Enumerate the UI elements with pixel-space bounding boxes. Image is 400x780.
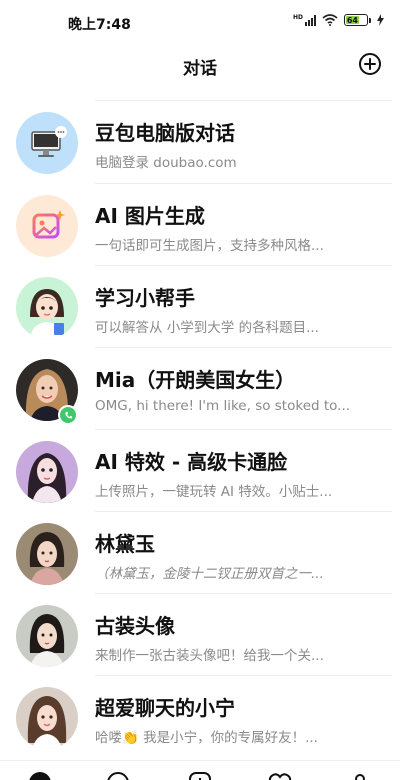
signal-icon: HD (293, 14, 316, 26)
header: 对话 (0, 44, 400, 88)
conversation-preview: 上传照片，一键玩转 AI 特效。小贴士... (95, 484, 333, 500)
ancient-avatar (16, 605, 78, 667)
conversation-item[interactable]: 学习小帮手 可以解答从 小学到大学 的各科题目... (0, 266, 400, 348)
conversation-preview: 可以解答从 小学到大学 的各科题目... (95, 320, 319, 336)
conversation-title: 豆包电脑版对话 (95, 121, 235, 145)
conversation-preview: 哈喽👏 我是小宁，你的专属好友！... (95, 730, 318, 746)
battery-icon: 64 (344, 14, 371, 26)
conversation-title: 超爱聊天的小宁 (95, 696, 235, 720)
conversation-title: 林黛玉 (95, 532, 155, 556)
tab-bar (0, 760, 400, 780)
ai-effect-avatar (16, 441, 78, 503)
xiaoning-avatar (16, 687, 78, 749)
discover-tab-icon[interactable] (106, 771, 130, 780)
chat-tab-icon[interactable] (28, 771, 52, 780)
study-helper-avatar (16, 277, 78, 339)
page-title: 对话 (183, 59, 217, 79)
conversation-item[interactable]: 豆包电脑版对话 电脑登录 doubao.com (0, 101, 400, 183)
conversation-preview: 电脑登录 doubao.com (95, 155, 237, 171)
favorites-tab-icon[interactable] (268, 771, 292, 780)
conversation-item[interactable]: Mia（开朗美国女生） OMG, hi there! I'm like, so … (0, 348, 400, 430)
charging-icon (377, 14, 384, 26)
conversation-item[interactable]: 超爱聊天的小宁 哈喽👏 我是小宁，你的专属好友！... (0, 676, 400, 758)
conversation-title: AI 特效 - 高级卡通脸 (95, 450, 288, 474)
battery-level: 64 (346, 15, 359, 25)
wifi-icon (322, 14, 338, 26)
image-generation-avatar (16, 195, 78, 257)
add-conversation-button[interactable] (358, 52, 382, 76)
conversation-preview: 一句话即可生成图片，支持多种风格... (95, 238, 324, 254)
conversation-item[interactable]: AI 图片生成 一句话即可生成图片，支持多种风格... (0, 184, 400, 266)
computer-avatar (16, 112, 78, 174)
profile-tab-icon[interactable] (348, 771, 372, 780)
lin-daiyu-avatar (16, 523, 78, 585)
conversation-item[interactable]: 林黛玉 （林黛玉，金陵十二钗正册双首之一... (0, 512, 400, 594)
status-icons: HD 64 (293, 14, 384, 26)
conversation-title: 学习小帮手 (95, 286, 195, 310)
conversation-preview: 来制作一张古装头像吧！给我一个关... (95, 648, 324, 664)
phone-icon (58, 405, 78, 425)
conversation-item[interactable]: 古装头像 来制作一张古装头像吧！给我一个关... (0, 594, 400, 676)
conversation-preview: OMG, hi there! I'm like, so stoked to... (95, 398, 351, 414)
status-time: 晚上7:48 (68, 17, 131, 33)
conversation-title: AI 图片生成 (95, 204, 205, 228)
status-bar: 晚上7:48 HD 64 (0, 0, 400, 44)
signal-hd-label: HD (292, 14, 303, 21)
conversation-title: Mia（开朗美国女生） (95, 368, 296, 392)
conversation-preview: （林黛玉，金陵十二钗正册双首之一... (95, 566, 324, 582)
conversation-item[interactable]: AI 特效 - 高级卡通脸 上传照片，一键玩转 AI 特效。小贴士... (0, 430, 400, 512)
create-tab-icon[interactable] (188, 771, 212, 780)
conversation-title: 古装头像 (95, 614, 175, 638)
